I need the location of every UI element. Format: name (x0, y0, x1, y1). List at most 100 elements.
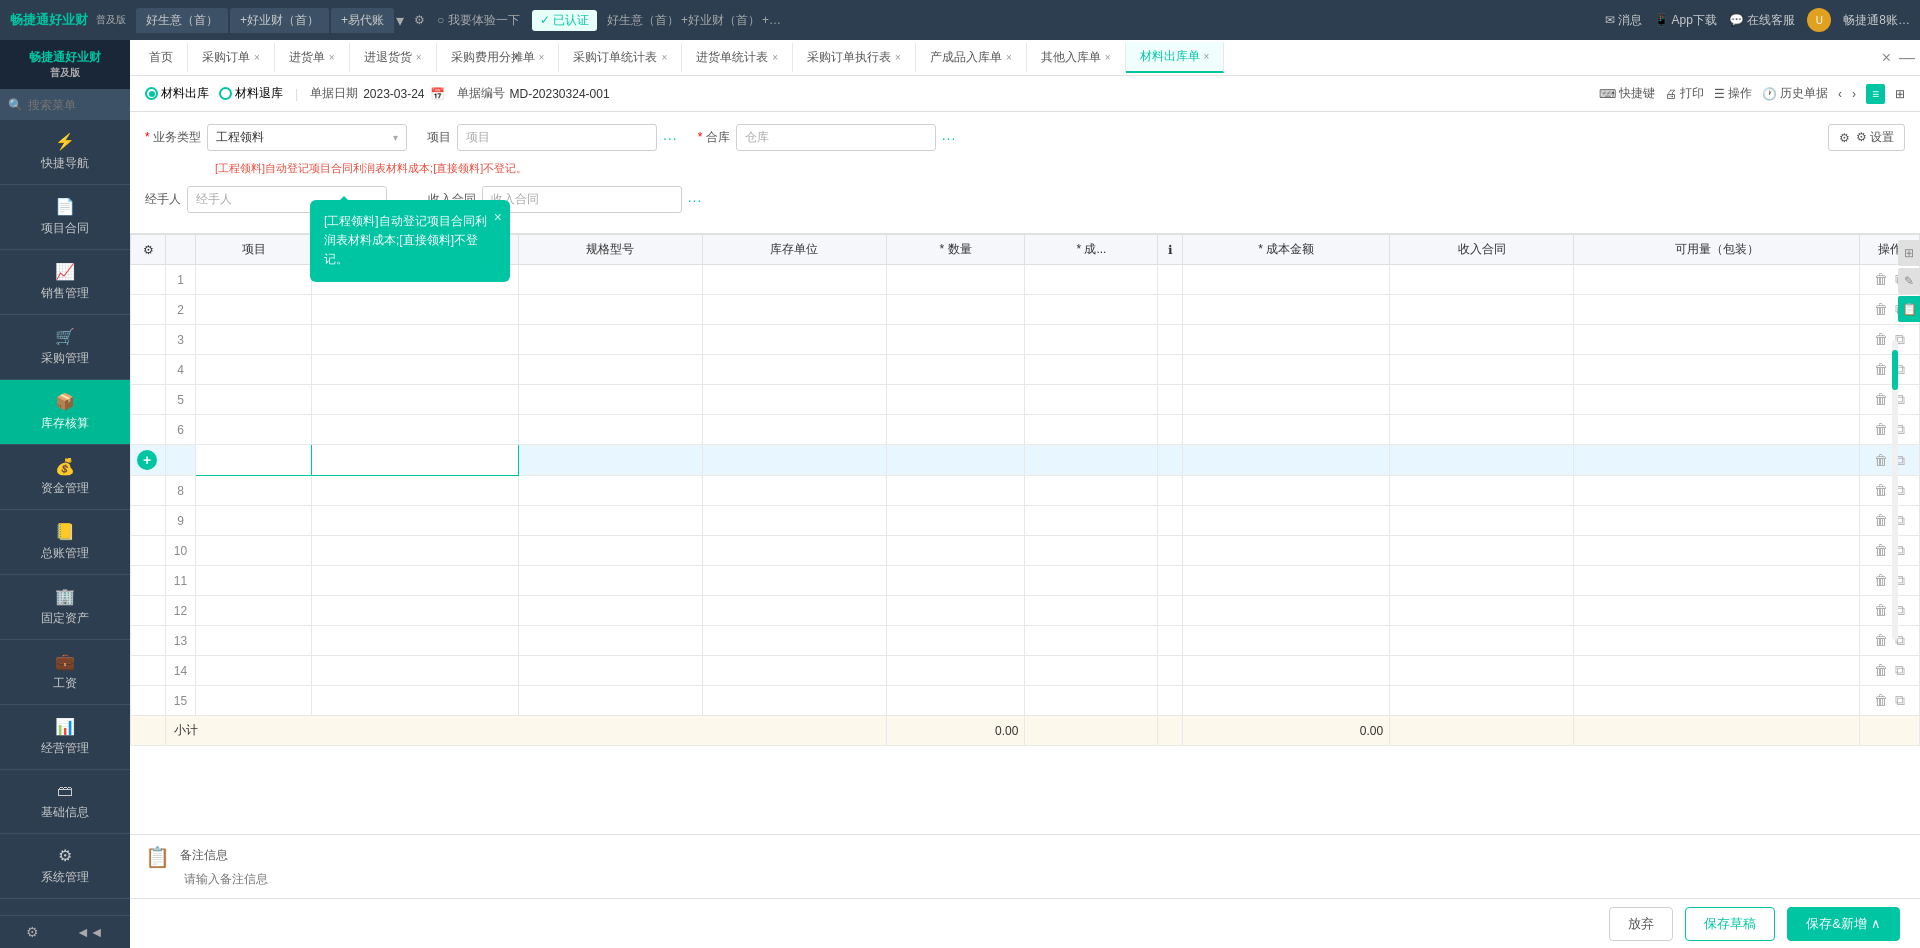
copy-row-14-icon[interactable]: ⧉ (1895, 662, 1905, 678)
nav-tab-purchase-stat[interactable]: 采购订单统计表 × (559, 43, 682, 72)
delete-row-11-icon[interactable]: 🗑 (1874, 572, 1888, 588)
td-cost-10[interactable] (1025, 536, 1158, 566)
radio-material-out[interactable]: 材料出库 (145, 85, 209, 102)
close-product-instock-icon[interactable]: × (1006, 52, 1012, 63)
td-qty-8[interactable] (886, 476, 1025, 506)
td-unit-10[interactable] (702, 536, 886, 566)
delete-row-14-icon[interactable]: 🗑 (1874, 662, 1888, 678)
view-detail-btn[interactable]: ⊞ (1895, 87, 1905, 101)
sidebar-item-purchase[interactable]: 🛒 采购管理 (0, 315, 130, 380)
td-income-13[interactable] (1390, 626, 1574, 656)
view-list-btn[interactable]: ≡ (1866, 84, 1885, 104)
sidebar-item-ledger[interactable]: 📒 总账管理 (0, 510, 130, 575)
td-material-11[interactable] (312, 566, 519, 596)
td-project-7[interactable] (196, 445, 312, 476)
td-cost-amt-15[interactable] (1183, 686, 1390, 716)
td-material-8[interactable] (312, 476, 519, 506)
close-purchase-return-icon[interactable]: × (416, 52, 422, 63)
project-more-icon[interactable]: ··· (663, 130, 678, 146)
td-spec-2[interactable] (518, 295, 702, 325)
td-qty-2[interactable] (886, 295, 1025, 325)
income-contract-input[interactable]: 收入合同 (482, 186, 682, 213)
delete-row-10-icon[interactable]: 🗑 (1874, 542, 1888, 558)
td-income-12[interactable] (1390, 596, 1574, 626)
td-cost-amt-13[interactable] (1183, 626, 1390, 656)
td-unit-11[interactable] (702, 566, 886, 596)
td-income-9[interactable] (1390, 506, 1574, 536)
sidebar-item-sales[interactable]: 📈 销售管理 (0, 250, 130, 315)
td-spec-8[interactable] (518, 476, 702, 506)
td-material-10[interactable] (312, 536, 519, 566)
th-cost-info-icon[interactable]: ℹ (1158, 235, 1183, 265)
td-project-3[interactable] (196, 325, 312, 355)
delete-row-8-icon[interactable]: 🗑 (1874, 482, 1888, 498)
td-cost-amt-5[interactable] (1183, 385, 1390, 415)
td-cost-amt-11[interactable] (1183, 566, 1390, 596)
td-cost-9[interactable] (1025, 506, 1158, 536)
td-project-13[interactable] (196, 626, 312, 656)
td-unit-12[interactable] (702, 596, 886, 626)
td-material-6[interactable] (312, 415, 519, 445)
sidebar-item-system[interactable]: ⚙ 系统管理 (0, 834, 130, 899)
delete-row-1-icon[interactable]: 🗑 (1874, 271, 1888, 287)
td-spec-11[interactable] (518, 566, 702, 596)
td-material-13[interactable] (312, 626, 519, 656)
td-cost-amt-10[interactable] (1183, 536, 1390, 566)
delete-row-15-icon[interactable]: 🗑 (1874, 692, 1888, 708)
td-cost-15[interactable] (1025, 686, 1158, 716)
td-cost-8[interactable] (1025, 476, 1158, 506)
td-unit-15[interactable] (702, 686, 886, 716)
save-new-btn[interactable]: 保存&新增 ∧ (1787, 907, 1900, 941)
close-purchase-stat-icon[interactable]: × (661, 52, 667, 63)
td-unit-3[interactable] (702, 325, 886, 355)
delete-row-4-icon[interactable]: 🗑 (1874, 361, 1888, 377)
top-settings-icon[interactable]: ⚙ (414, 13, 425, 27)
top-app-download-btn[interactable]: 📱 App下载 (1654, 12, 1717, 29)
td-spec-14[interactable] (518, 656, 702, 686)
tab-close-page-icon[interactable]: × (1882, 49, 1891, 67)
td-project-1[interactable] (196, 265, 312, 295)
td-qty-9[interactable] (886, 506, 1025, 536)
td-project-11[interactable] (196, 566, 312, 596)
td-unit-8[interactable] (702, 476, 886, 506)
warehouse-input[interactable]: 仓库 (736, 124, 936, 151)
td-spec-5[interactable] (518, 385, 702, 415)
project-input[interactable]: 项目 (457, 124, 657, 151)
th-unit[interactable]: 库存单位 (702, 235, 886, 265)
td-material-15[interactable] (312, 686, 519, 716)
operate-btn[interactable]: ☰ 操作 (1714, 85, 1752, 102)
scrollbar-thumb[interactable] (1892, 350, 1898, 390)
top-tab-yiDaiZhang[interactable]: +易代账 (331, 8, 394, 33)
td-spec-10[interactable] (518, 536, 702, 566)
td-spec-13[interactable] (518, 626, 702, 656)
td-qty-13[interactable] (886, 626, 1025, 656)
sidebar-item-operations[interactable]: 📊 经营管理 (0, 705, 130, 770)
td-cost-4[interactable] (1025, 355, 1158, 385)
td-cost-3[interactable] (1025, 325, 1158, 355)
prev-btn[interactable]: ‹ (1838, 87, 1842, 101)
delete-row-2-icon[interactable]: 🗑 (1874, 301, 1888, 317)
close-material-out-icon[interactable]: × (1204, 51, 1210, 62)
td-income-8[interactable] (1390, 476, 1574, 506)
td-income-4[interactable] (1390, 355, 1574, 385)
td-material-14[interactable] (312, 656, 519, 686)
th-spec[interactable]: 规格型号 (518, 235, 702, 265)
top-certified-badge[interactable]: ✓ 已认证 (532, 10, 597, 31)
th-cost[interactable]: * 成... (1025, 235, 1158, 265)
right-panel-btn2[interactable]: ✎ (1898, 268, 1920, 294)
td-qty-10[interactable] (886, 536, 1025, 566)
td-qty-4[interactable] (886, 355, 1025, 385)
top-tab-experience[interactable]: ○ 我要体验一下 (437, 12, 520, 29)
td-project-6[interactable] (196, 415, 312, 445)
discard-btn[interactable]: 放弃 (1609, 907, 1673, 941)
td-project-10[interactable] (196, 536, 312, 566)
top-message-btn[interactable]: ✉ 消息 (1605, 12, 1642, 29)
td-qty-6[interactable] (886, 415, 1025, 445)
th-income-contract[interactable]: 收入合同 (1390, 235, 1574, 265)
td-unit-2[interactable] (702, 295, 886, 325)
td-cost-amt-14[interactable] (1183, 656, 1390, 686)
td-spec-1[interactable] (518, 265, 702, 295)
td-cost-amt-8[interactable] (1183, 476, 1390, 506)
td-income-2[interactable] (1390, 295, 1574, 325)
sidebar-collapse-btn[interactable]: ◄◄ (76, 924, 104, 940)
